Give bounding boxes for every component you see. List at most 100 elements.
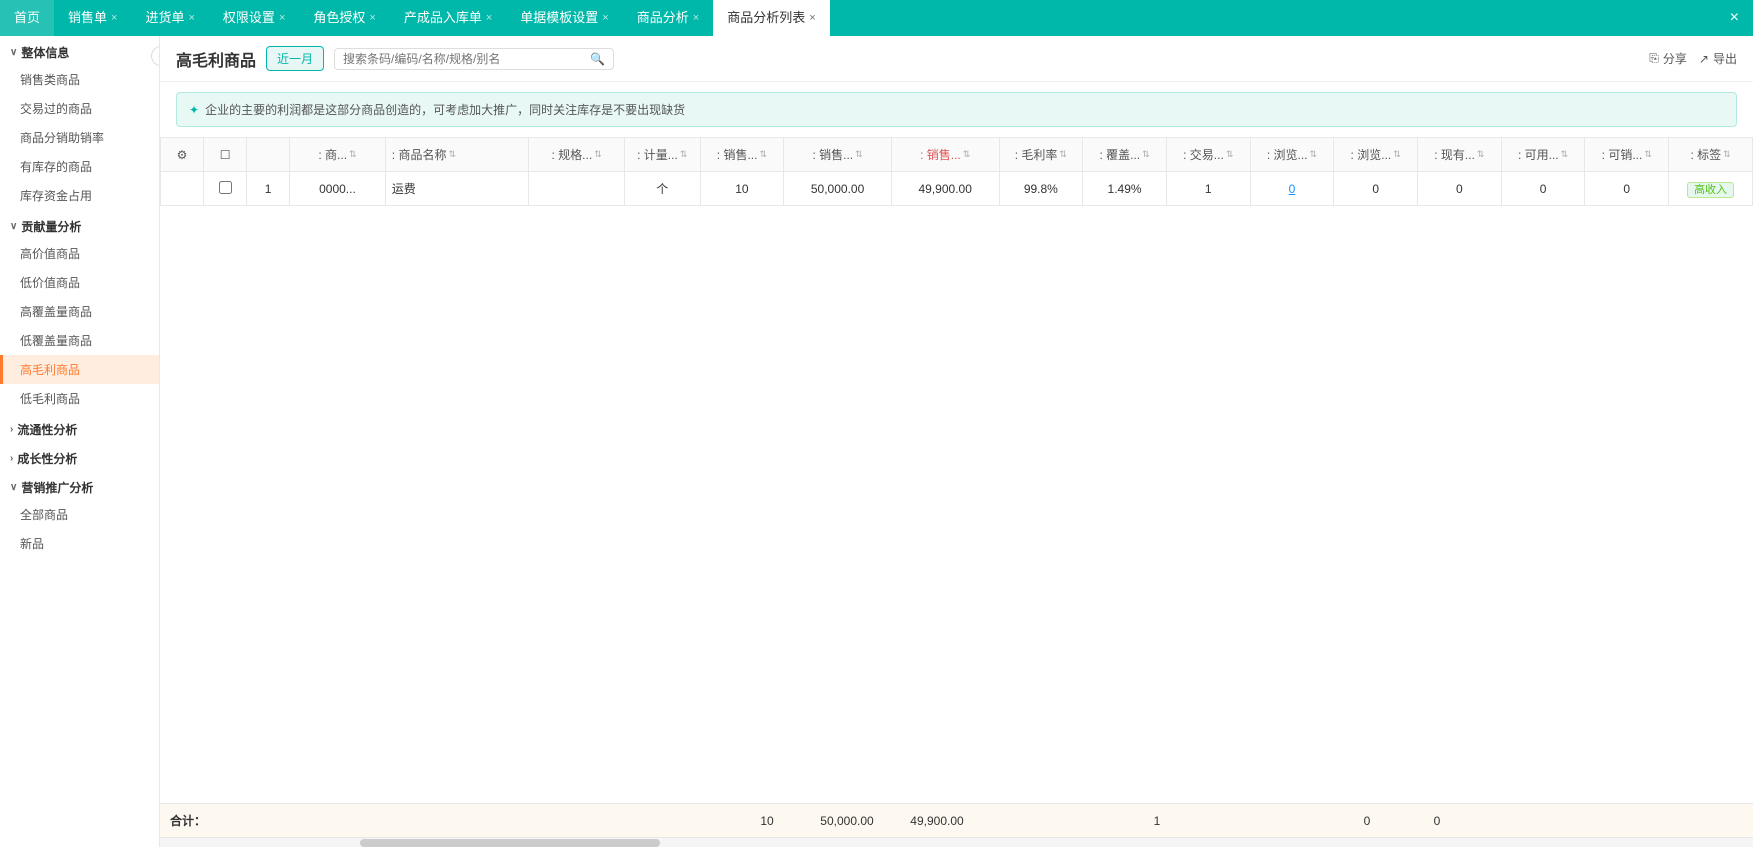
col-sellable-header[interactable]: : 可销...⇅	[1585, 138, 1669, 172]
info-banner-text: 企业的主要的利润都是这部分商品创造的，可考虑加大推广，同时关注库存是不要出现缺货	[205, 101, 685, 118]
export-button[interactable]: ↗ 导出	[1699, 50, 1737, 67]
scrollbar-thumb[interactable]	[360, 839, 660, 847]
nav-purchase-label: 进货单	[145, 0, 184, 36]
col-code-header[interactable]: : 商...⇅	[290, 138, 386, 172]
nav-home[interactable]: 首页	[0, 0, 54, 36]
header-actions: ⎘ 分享 ↗ 导出	[1649, 50, 1737, 67]
sidebar-item-sales-goods[interactable]: 销售类商品	[0, 65, 159, 94]
share-icon: ⎘	[1649, 51, 1659, 66]
nav-role-close[interactable]: ×	[369, 0, 375, 36]
nav-analysis-list[interactable]: 商品分析列表 ×	[713, 0, 829, 36]
close-all-button[interactable]: ×	[1716, 0, 1753, 36]
nav-sales-close[interactable]: ×	[111, 0, 117, 36]
col-available-header[interactable]: : 可用...⇅	[1501, 138, 1585, 172]
col-sales-qty-header[interactable]: : 销售...⇅	[700, 138, 784, 172]
sidebar-item-all-goods[interactable]: 全部商品	[0, 500, 159, 529]
nav-product-in-close[interactable]: ×	[486, 0, 492, 36]
filter-recent-month-button[interactable]: 近一月	[266, 46, 324, 71]
cell-browse2: 0	[1334, 172, 1418, 206]
sidebar-item-stock-capital[interactable]: 库存资金占用	[0, 181, 159, 210]
nav-purchase[interactable]: 进货单 ×	[131, 0, 208, 36]
footer-sales-amt: 50,000.00	[802, 814, 892, 828]
col-gross-rate-header[interactable]: : 毛利率⇅	[999, 138, 1083, 172]
cell-tag: 高收入	[1669, 172, 1753, 206]
cell-sales-profit: 49,900.00	[891, 172, 999, 206]
cell-sales-qty: 10	[700, 172, 784, 206]
share-label: 分享	[1663, 50, 1687, 67]
sidebar-group-circulation-label: 流通性分析	[17, 421, 77, 438]
sidebar-item-high-value[interactable]: 高价值商品	[0, 239, 159, 268]
main-layout: « ∨ 整体信息 销售类商品 交易过的商品 商品分销助销率 有库存的商品 库存资…	[0, 36, 1753, 847]
sidebar-item-high-gross[interactable]: 高毛利商品	[0, 355, 159, 384]
col-check[interactable]: ☐	[204, 138, 247, 172]
table-row: 1 0000... 运费 个 10 50,000.00 49,900.00 99…	[161, 172, 1753, 206]
cell-check[interactable]	[204, 172, 247, 206]
nav-analysis-close[interactable]: ×	[693, 0, 699, 36]
col-unit-header[interactable]: : 计量...⇅	[624, 138, 700, 172]
overall-arrow-icon: ∨	[10, 47, 17, 58]
cell-cover: 1.49%	[1083, 172, 1167, 206]
nav-permission[interactable]: 权限设置 ×	[209, 0, 299, 36]
footer-total: 合计： 10 50,000.00 49,900.00 1 0 0	[160, 803, 1753, 837]
horizontal-scrollbar[interactable]	[160, 837, 1753, 847]
cell-sellable: 0	[1585, 172, 1669, 206]
cell-stock: 0	[1418, 172, 1502, 206]
col-browse2-header[interactable]: : 浏览...⇅	[1334, 138, 1418, 172]
sidebar-item-low-gross[interactable]: 低毛利商品	[0, 384, 159, 413]
cell-browse1[interactable]: 0	[1250, 172, 1334, 206]
nav-template-close[interactable]: ×	[602, 0, 608, 36]
footer-sales-qty: 10	[732, 814, 802, 828]
content-area: 高毛利商品 近一月 🔍 ⎘ 分享 ↗ 导出 ✦ 企业的主要的利润都是这部分商品创…	[160, 36, 1753, 847]
sidebar-item-in-stock[interactable]: 有库存的商品	[0, 152, 159, 181]
sidebar-group-marketing-label: 营销推广分析	[21, 479, 93, 496]
nav-template[interactable]: 单据模板设置 ×	[506, 0, 622, 36]
row-checkbox[interactable]	[219, 181, 232, 194]
col-settings[interactable]: ⚙	[161, 138, 204, 172]
growth-arrow-icon: ›	[10, 453, 13, 464]
sidebar-item-new-goods[interactable]: 新品	[0, 529, 159, 558]
nav-product-in[interactable]: 产成品入库单 ×	[390, 0, 506, 36]
search-icon[interactable]: 🔍	[590, 52, 605, 66]
nav-product-in-label: 产成品入库单	[404, 0, 482, 36]
nav-permission-close[interactable]: ×	[279, 0, 285, 36]
page-title: 高毛利商品	[176, 47, 256, 71]
col-name-header[interactable]: : 商品名称⇅	[385, 138, 529, 172]
table-header-row: ⚙ ☐ : 商...⇅ : 商品名称⇅ : 规格...⇅	[161, 138, 1753, 172]
sidebar-group-contribution-label: 贡献量分析	[21, 218, 81, 235]
sidebar-group-circulation[interactable]: › 流通性分析	[0, 413, 159, 442]
sidebar-group-growth-label: 成长性分析	[17, 450, 77, 467]
col-trade-header[interactable]: : 交易...⇅	[1166, 138, 1250, 172]
col-sales-profit-header[interactable]: : 销售...⇅	[891, 138, 999, 172]
cell-name: 运费	[385, 172, 529, 206]
sidebar-item-high-coverage[interactable]: 高覆盖量商品	[0, 297, 159, 326]
col-spec-header[interactable]: : 规格...⇅	[529, 138, 625, 172]
col-num	[247, 138, 290, 172]
nav-purchase-close[interactable]: ×	[188, 0, 194, 36]
col-browse1-header[interactable]: : 浏览...⇅	[1250, 138, 1334, 172]
sidebar-group-growth[interactable]: › 成长性分析	[0, 442, 159, 471]
nav-analysis-list-close[interactable]: ×	[809, 0, 815, 36]
nav-role[interactable]: 角色授权 ×	[299, 0, 389, 36]
export-label: 导出	[1713, 50, 1737, 67]
footer-label: 合计：	[170, 814, 206, 828]
sidebar-item-low-value[interactable]: 低价值商品	[0, 268, 159, 297]
sidebar-item-distribution-rate[interactable]: 商品分销助销率	[0, 123, 159, 152]
col-tag-header[interactable]: : 标签⇅	[1669, 138, 1753, 172]
sidebar-group-overall[interactable]: ∨ 整体信息	[0, 36, 159, 65]
sidebar-item-traded-goods[interactable]: 交易过的商品	[0, 94, 159, 123]
col-stock-header[interactable]: : 现有...⇅	[1418, 138, 1502, 172]
data-table: ⚙ ☐ : 商...⇅ : 商品名称⇅ : 规格...⇅	[160, 137, 1753, 206]
cell-spec	[529, 172, 625, 206]
sidebar-group-marketing[interactable]: ∨ 营销推广分析	[0, 471, 159, 500]
search-input[interactable]	[343, 52, 584, 66]
nav-template-label: 单据模板设置	[520, 0, 598, 36]
nav-sales[interactable]: 销售单 ×	[54, 0, 131, 36]
share-button[interactable]: ⎘ 分享	[1649, 50, 1687, 67]
circulation-arrow-icon: ›	[10, 424, 13, 435]
nav-analysis[interactable]: 商品分析 ×	[623, 0, 713, 36]
cell-gross-rate: 99.8%	[999, 172, 1083, 206]
col-sales-amt-header[interactable]: : 销售...⇅	[784, 138, 892, 172]
sidebar-group-contribution[interactable]: ∨ 贡献量分析	[0, 210, 159, 239]
sidebar-item-low-coverage[interactable]: 低覆盖量商品	[0, 326, 159, 355]
col-cover-header[interactable]: : 覆盖...⇅	[1083, 138, 1167, 172]
